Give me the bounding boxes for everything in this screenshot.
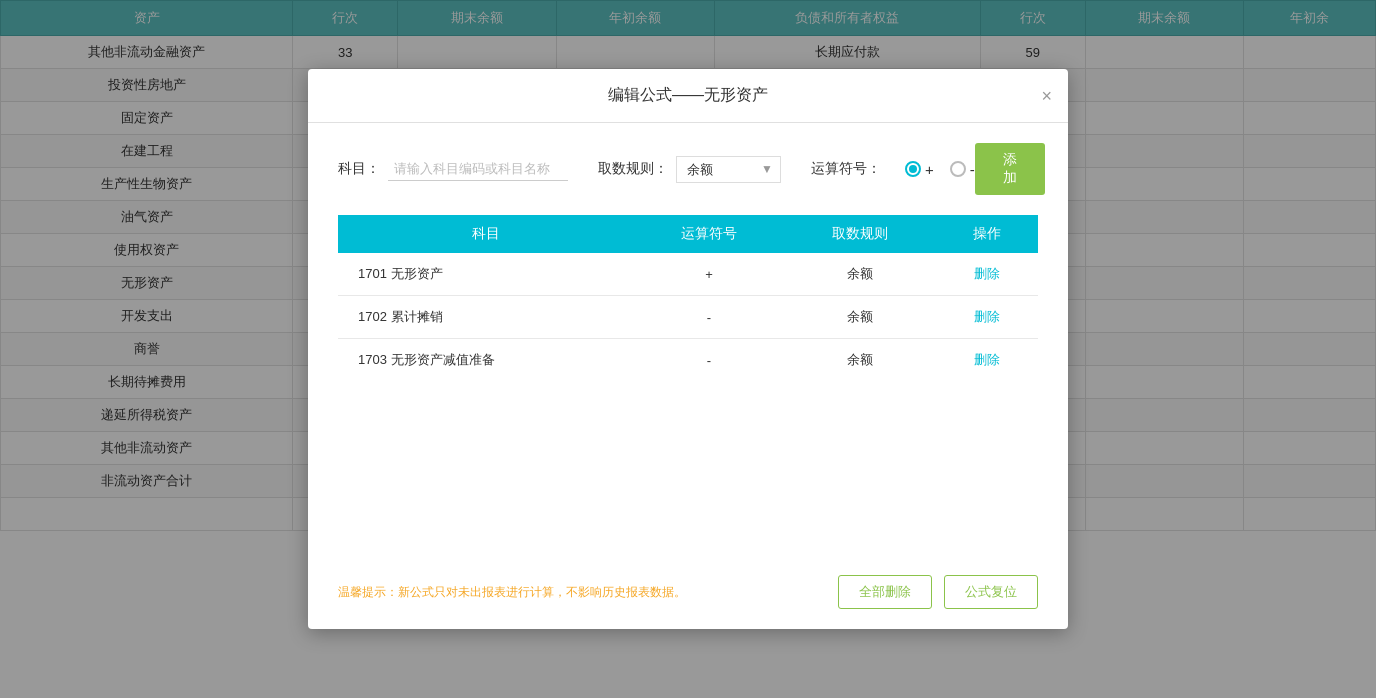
th-rule: 取数规则 (784, 215, 935, 253)
subject-label: 科目： (338, 160, 380, 178)
operator-label: 运算符号： (811, 160, 881, 178)
table-header-row: 科目 运算符号 取数规则 操作 (338, 215, 1038, 253)
formula-table: 科目 运算符号 取数规则 操作 1701 无形资产+余额删除1702 累计摊销-… (338, 215, 1038, 381)
modal-close-button[interactable]: × (1041, 87, 1052, 105)
operator-plus-label: + (925, 161, 934, 178)
cell-subject: 1703 无形资产减值准备 (338, 339, 634, 382)
cell-subject: 1702 累计摊销 (338, 296, 634, 339)
th-action: 操作 (935, 215, 1038, 253)
modal-title: 编辑公式——无形资产 (608, 85, 768, 106)
th-operator: 运算符号 (634, 215, 785, 253)
delete-all-button[interactable]: 全部删除 (838, 575, 932, 609)
cell-operator: - (634, 339, 785, 382)
rule-section: 取数规则： 余额 借方 贷方 借方发生额 贷方发生额 ▼ (598, 156, 781, 183)
cell-action: 删除 (935, 253, 1038, 296)
modal-footer: 温馨提示：新公式只对未出报表进行计算，不影响历史报表数据。 全部删除 公式复位 (308, 559, 1068, 629)
rule-select[interactable]: 余额 借方 贷方 借方发生额 贷方发生额 (676, 156, 781, 183)
cell-operator: - (634, 296, 785, 339)
cell-rule: 余额 (784, 253, 935, 296)
form-row: 科目： 取数规则： 余额 借方 贷方 借方发生额 贷方发生额 ▼ (338, 143, 1038, 195)
cell-action: 删除 (935, 296, 1038, 339)
modal-overlay: 编辑公式——无形资产 × 科目： 取数规则： 余额 借方 贷方 借方发生额 (0, 0, 1376, 698)
edit-formula-modal: 编辑公式——无形资产 × 科目： 取数规则： 余额 借方 贷方 借方发生额 (308, 69, 1068, 629)
th-subject: 科目 (338, 215, 634, 253)
operator-minus-radio[interactable]: - (950, 161, 975, 178)
subject-input[interactable] (388, 157, 568, 181)
reset-formula-button[interactable]: 公式复位 (944, 575, 1038, 609)
operator-section: 运算符号： + - (811, 160, 975, 178)
cell-rule: 余额 (784, 339, 935, 382)
footer-buttons: 全部删除 公式复位 (838, 575, 1038, 609)
modal-header: 编辑公式——无形资产 × (308, 69, 1068, 123)
radio-minus-circle (950, 161, 966, 177)
cell-rule: 余额 (784, 296, 935, 339)
tip-text: 温馨提示：新公式只对未出报表进行计算，不影响历史报表数据。 (338, 584, 686, 601)
table-row: 1703 无形资产减值准备-余额 删除 (338, 339, 1038, 382)
modal-body: 科目： 取数规则： 余额 借方 贷方 借方发生额 贷方发生额 ▼ (308, 123, 1068, 559)
radio-plus-circle (905, 161, 921, 177)
rule-label: 取数规则： (598, 160, 668, 178)
add-button[interactable]: 添加 (975, 143, 1045, 195)
cell-action: 删除 (935, 339, 1038, 382)
delete-link[interactable]: 删除 (974, 309, 1000, 324)
cell-operator: + (634, 253, 785, 296)
delete-link[interactable]: 删除 (974, 352, 1000, 367)
rule-select-wrapper: 余额 借方 贷方 借方发生额 贷方发生额 ▼ (676, 156, 781, 183)
delete-link[interactable]: 删除 (974, 266, 1000, 281)
cell-subject: 1701 无形资产 (338, 253, 634, 296)
operator-plus-radio[interactable]: + (905, 161, 934, 178)
table-row: 1701 无形资产+余额 删除 (338, 253, 1038, 296)
table-row: 1702 累计摊销-余额 删除 (338, 296, 1038, 339)
